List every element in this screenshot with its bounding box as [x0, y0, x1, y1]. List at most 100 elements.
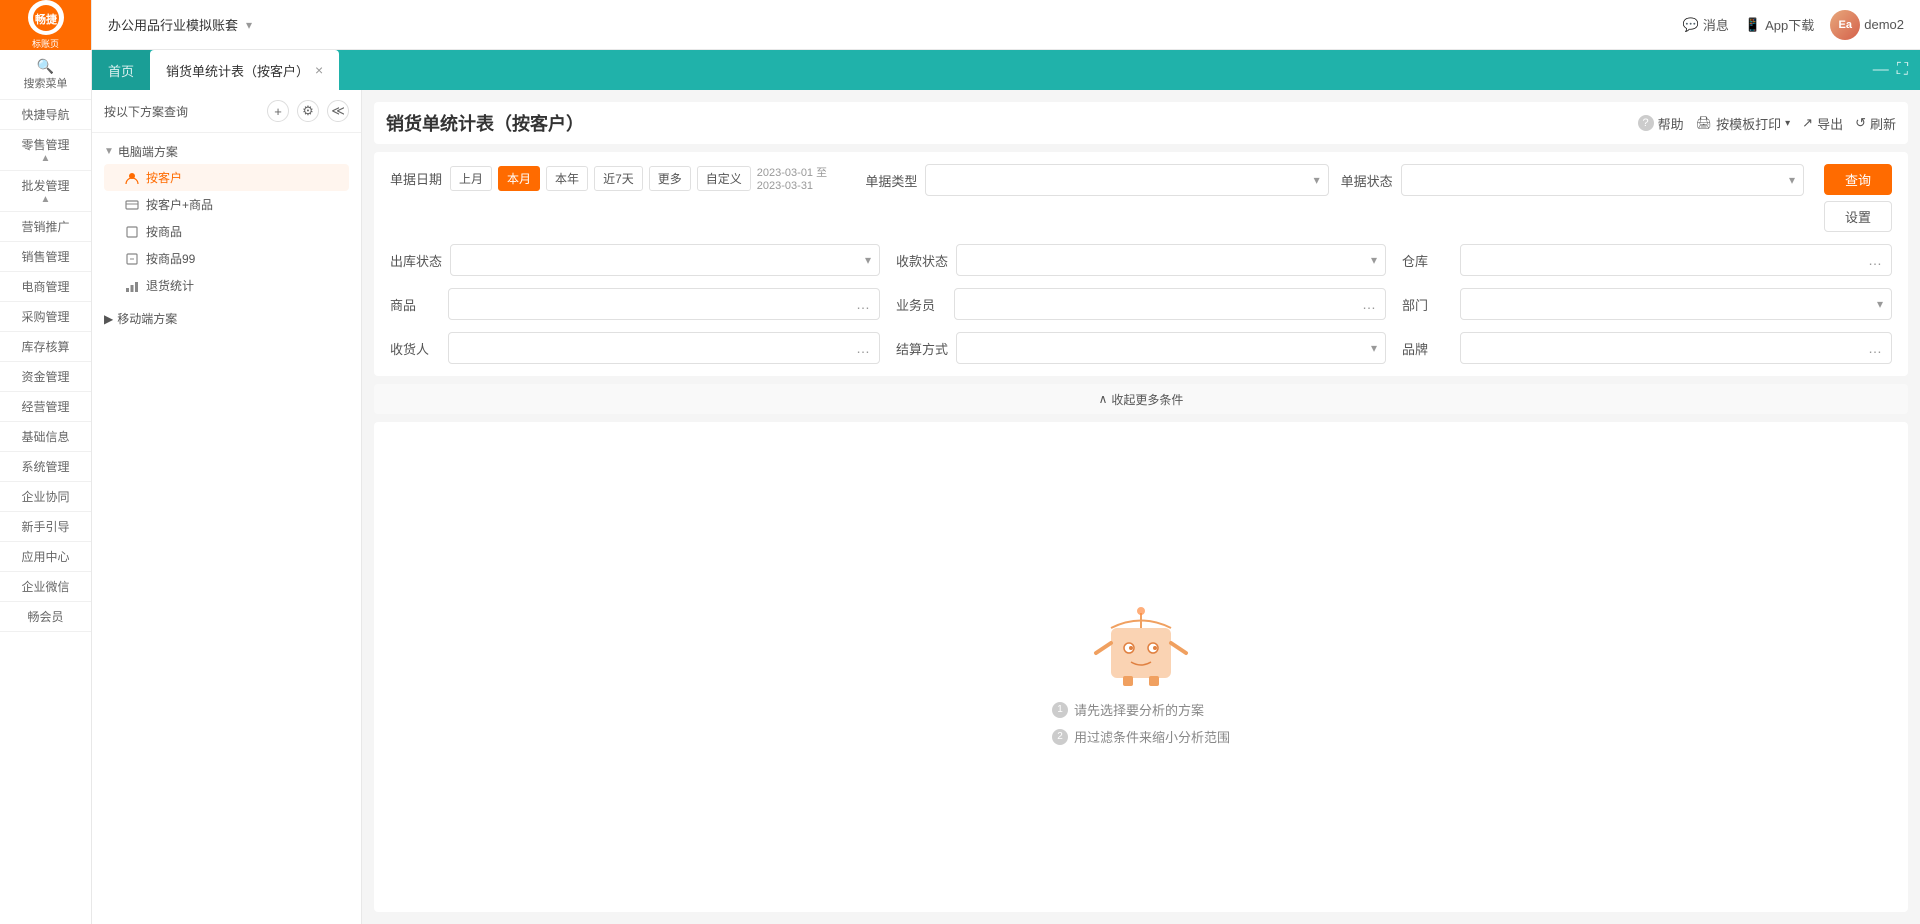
sales-stats-tab-label: 销货单统计表（按客户）	[166, 61, 309, 80]
settlement-input[interactable]: ▾	[956, 332, 1386, 364]
brand-label: 品牌	[1402, 339, 1452, 358]
sidebar-item-jingying[interactable]: 经营管理	[0, 392, 91, 422]
doc-type-filter: 单据类型 ▾	[865, 164, 1328, 196]
tip-text-1: 请先选择要分析的方案	[1074, 700, 1204, 719]
return-stats-icon	[124, 278, 140, 294]
brand-dots-icon: …	[1868, 340, 1883, 356]
mobile-scheme-arrow: ▶	[104, 312, 113, 326]
sidebar-item-kuaijie[interactable]: 快捷导航	[0, 100, 91, 130]
sidebar-item-yingxiao[interactable]: 营销推广	[0, 212, 91, 242]
print-icon: 🖨	[1696, 115, 1713, 131]
add-scheme-btn[interactable]: +	[267, 100, 289, 122]
sidebar-item-jichu[interactable]: 基础信息	[0, 422, 91, 452]
sidebar-item-zijin[interactable]: 资金管理	[0, 362, 91, 392]
template-print-btn[interactable]: 🖨 按模板打印 ▾	[1696, 114, 1791, 133]
sidebar-item-xitong[interactable]: 系统管理	[0, 452, 91, 482]
doc-status-label: 单据状态	[1341, 171, 1393, 190]
page-title: 销货单统计表（按客户）	[386, 110, 584, 136]
desktop-scheme-label: 电脑端方案	[118, 143, 178, 160]
scheme-item-by-customer[interactable]: 按客户	[104, 164, 349, 191]
doc-type-input[interactable]: ▾	[925, 164, 1328, 196]
query-btn[interactable]: 查询	[1824, 164, 1892, 195]
warehouse-dots-icon: …	[1868, 252, 1883, 268]
home-tab-label: 首页	[108, 61, 134, 80]
sidebar-item-lingshou[interactable]: 零售管理▲	[0, 130, 91, 171]
goods-icon	[124, 224, 140, 240]
help-label: 帮助	[1658, 114, 1684, 133]
date-btn-last-month[interactable]: 上月	[450, 166, 492, 191]
collapse-panel-btn[interactable]: ≪	[327, 100, 349, 122]
scheme-item-customer-goods[interactable]: 按客户+商品	[104, 191, 349, 218]
sidebar-item-dianshang[interactable]: 电商管理	[0, 272, 91, 302]
refresh-icon: ↺	[1855, 115, 1866, 131]
settings-btn[interactable]: 设置	[1824, 201, 1892, 232]
department-input[interactable]: ▾	[1460, 288, 1892, 320]
print-dropdown-icon: ▾	[1785, 118, 1790, 129]
goods-dots-icon: …	[856, 296, 871, 312]
topbar: 办公用品行业模拟账套 ▾ 💬 消息 📱 App下载 Ea demo2	[92, 0, 1920, 50]
tab-close-icon[interactable]: ×	[315, 62, 323, 78]
app-download-btn[interactable]: 📱 App下载	[1745, 15, 1814, 34]
scheme-item-goods-label: 按商品	[146, 223, 182, 240]
avatar: Ea	[1830, 10, 1860, 40]
right-panel: 销货单统计表（按客户） ? 帮助 🖨 按模板打印 ▾ ↗ 导出	[362, 90, 1920, 924]
page-actions: ? 帮助 🖨 按模板打印 ▾ ↗ 导出 ↺ 刷新	[1638, 114, 1896, 133]
export-btn[interactable]: ↗ 导出	[1802, 114, 1843, 133]
date-btn-this-year[interactable]: 本年	[546, 166, 588, 191]
maximize-icon[interactable]: ⛶	[1897, 61, 1908, 79]
desktop-scheme-header[interactable]: ▼ 电脑端方案	[104, 139, 349, 164]
tab-home[interactable]: 首页	[92, 50, 150, 90]
sidebar-item-caigou[interactable]: 采购管理	[0, 302, 91, 332]
brand-input[interactable]: …	[1460, 332, 1892, 364]
collection-status-input[interactable]: ▾	[956, 244, 1386, 276]
settlement-label: 结算方式	[896, 339, 948, 358]
date-label: 单据日期	[390, 169, 442, 188]
empty-state: 1 请先选择要分析的方案 2 用过滤条件来缩小分析范围	[374, 422, 1908, 912]
sidebar-item-kucun[interactable]: 库存核算	[0, 332, 91, 362]
logo-icon: 畅捷	[28, 0, 64, 35]
refresh-btn[interactable]: ↺ 刷新	[1855, 114, 1896, 133]
scheme-item-return-stats[interactable]: 退货统计	[104, 272, 349, 299]
date-filter: 上月 本月 本年 近7天 更多 自定义 2023-03-01 至 2023-03…	[450, 164, 853, 192]
doc-status-input[interactable]: ▾	[1401, 164, 1804, 196]
sidebar-item-pifa[interactable]: 批发管理▲	[0, 171, 91, 212]
refresh-label: 刷新	[1870, 114, 1896, 133]
collapse-btn[interactable]: ∧ 收起更多条件	[1099, 391, 1184, 408]
mobile-scheme-group[interactable]: ▶ 移动端方案	[92, 305, 361, 332]
goods-input[interactable]: …	[448, 288, 880, 320]
message-label: 消息	[1703, 15, 1729, 34]
recipient-label: 收货人	[390, 339, 440, 358]
out-status-input[interactable]: ▾	[450, 244, 880, 276]
message-btn[interactable]: 💬 消息	[1683, 15, 1729, 34]
settlement-dropdown-icon: ▾	[1371, 341, 1377, 355]
tab-sales-stats[interactable]: 销货单统计表（按客户） ×	[150, 50, 339, 90]
sidebar-item-xiaoshou[interactable]: 销售管理	[0, 242, 91, 272]
logo-text: 标账页	[32, 37, 59, 50]
recipient-input[interactable]: …	[448, 332, 880, 364]
sidebar-item-qiye[interactable]: 企业协同	[0, 482, 91, 512]
settings-scheme-btn[interactable]: ⚙	[297, 100, 319, 122]
out-status-label: 出库状态	[390, 251, 442, 270]
topbar-title: 办公用品行业模拟账套	[108, 15, 238, 34]
search-menu[interactable]: 🔍 搜索菜单	[0, 50, 91, 100]
minimize-icon[interactable]: —	[1873, 61, 1889, 79]
date-btn-this-month[interactable]: 本月	[498, 166, 540, 191]
salesman-input[interactable]: …	[954, 288, 1386, 320]
date-btn-custom[interactable]: 自定义	[697, 166, 751, 191]
help-btn[interactable]: ? 帮助	[1638, 114, 1684, 133]
sidebar-item-qiyeweixin[interactable]: 企业微信	[0, 572, 91, 602]
page-header: 销货单统计表（按客户） ? 帮助 🖨 按模板打印 ▾ ↗ 导出	[374, 102, 1908, 144]
sidebar-nav: 快捷导航零售管理▲批发管理▲营销推广销售管理电商管理采购管理库存核算资金管理经营…	[0, 100, 91, 632]
user-profile[interactable]: Ea demo2	[1830, 10, 1904, 40]
topbar-dropdown-icon[interactable]: ▾	[246, 18, 252, 32]
scheme-item-goods-99-label: 按商品99	[146, 250, 195, 267]
export-label: 导出	[1817, 114, 1843, 133]
date-btn-last-7-days[interactable]: 近7天	[594, 166, 643, 191]
sidebar-item-xinshou[interactable]: 新手引导	[0, 512, 91, 542]
warehouse-input[interactable]: …	[1460, 244, 1892, 276]
sidebar-item-changhui[interactable]: 畅会员	[0, 602, 91, 632]
scheme-item-goods-99[interactable]: 按商品99	[104, 245, 349, 272]
date-btn-more[interactable]: 更多	[649, 166, 691, 191]
sidebar-item-yingyong[interactable]: 应用中心	[0, 542, 91, 572]
scheme-item-by-goods[interactable]: 按商品	[104, 218, 349, 245]
